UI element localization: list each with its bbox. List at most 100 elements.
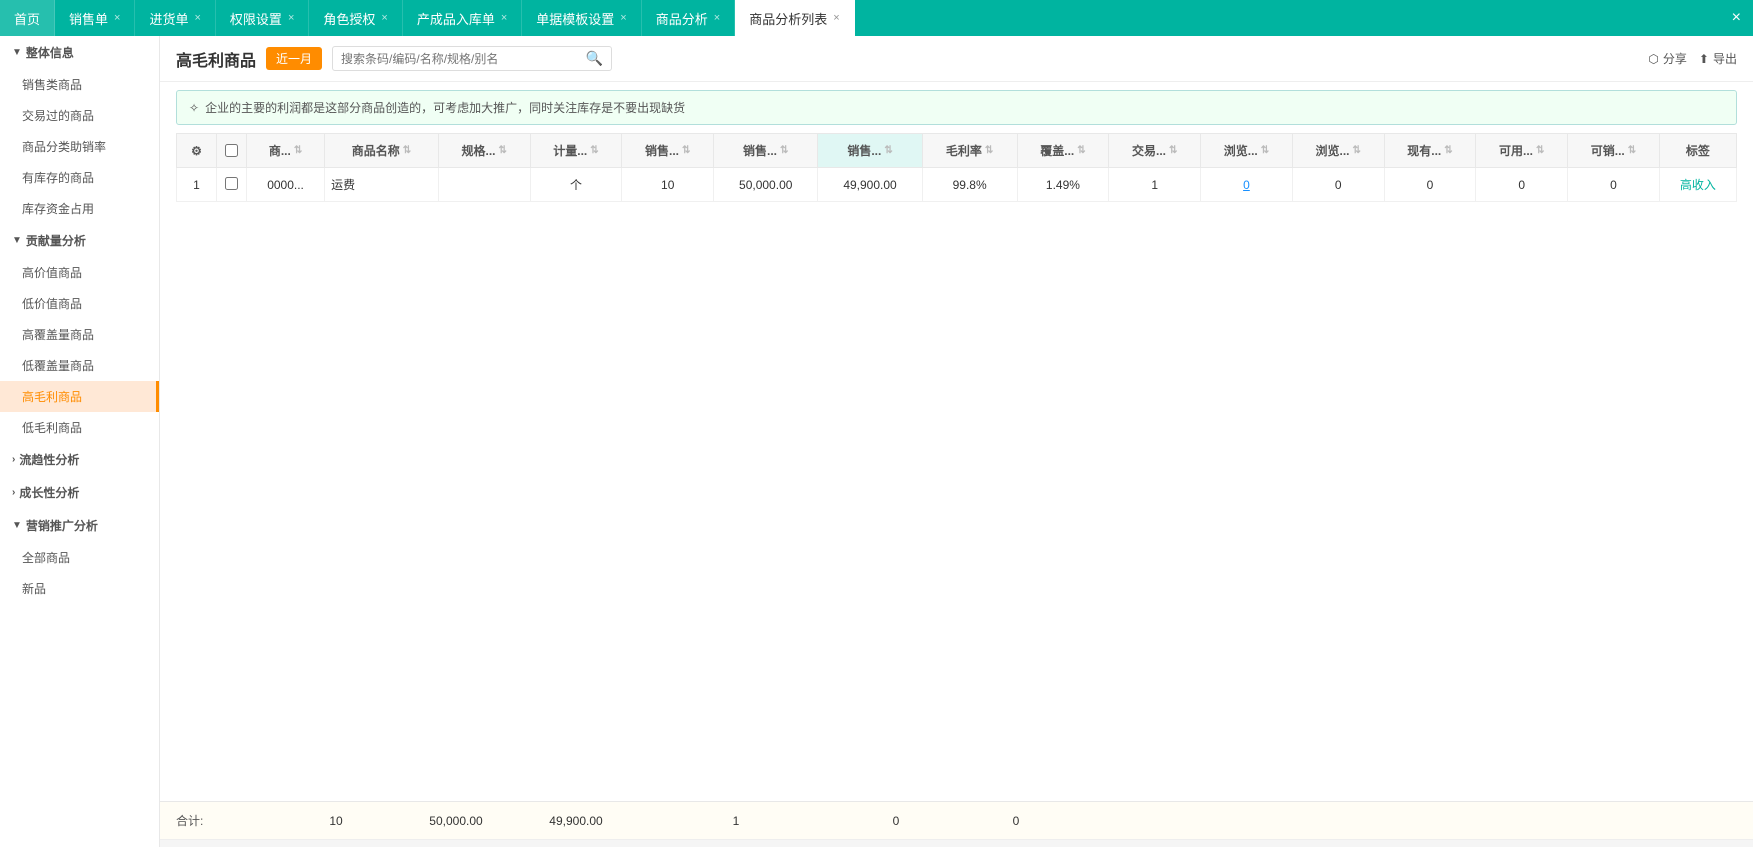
sidebar-group-flow[interactable]: › 流趋性分析 [0, 443, 159, 476]
cell-name: 运费 [325, 168, 439, 202]
col-browse1: 浏览...⇅ [1201, 134, 1293, 168]
table-wrapper[interactable]: ⚙ 商...⇅ 商品名称⇅ 规格...⇅ [160, 133, 1753, 801]
sidebar-group-overall[interactable]: ▼ 整体信息 [0, 36, 159, 69]
sort-browse2[interactable]: ⇅ [1353, 145, 1361, 156]
col-settings[interactable]: ⚙ [177, 134, 217, 168]
close-role-tab[interactable]: × [381, 12, 387, 24]
cell-seq: 1 [177, 168, 217, 202]
info-banner: ✧ 企业的主要的利润都是这部分商品创造的，可考虑加大推广，同时关注库存是不要出现… [176, 90, 1737, 125]
sidebar-item-low-value[interactable]: 低价值商品 [0, 288, 159, 319]
close-analysis-tab[interactable]: × [714, 12, 720, 24]
sidebar-item-category-rate[interactable]: 商品分类助销率 [0, 131, 159, 162]
sort-coverage[interactable]: ⇅ [1077, 145, 1085, 156]
footer-values: 10 50,000.00 49,900.00 1 0 0 [276, 814, 1737, 828]
sidebar-item-in-stock[interactable]: 有库存的商品 [0, 162, 159, 193]
sidebar-item-high-margin[interactable]: 高毛利商品 [0, 381, 159, 412]
nav-analysis-list[interactable]: 商品分析列表 × [735, 0, 854, 36]
export-button[interactable]: ⬆ 导出 [1699, 50, 1737, 67]
footer-sales-cost: 49,900.00 [516, 814, 636, 828]
col-gross-rate: 毛利率⇅ [922, 134, 1017, 168]
nav-inbound[interactable]: 产成品入库单 × [403, 0, 522, 36]
table-footer: 合计: 10 50,000.00 49,900.00 1 0 0 [160, 801, 1753, 839]
cell-sales-amt: 50,000.00 [714, 168, 818, 202]
data-table: ⚙ 商...⇅ 商品名称⇅ 规格...⇅ [176, 133, 1737, 202]
sort-sales-amt[interactable]: ⇅ [780, 145, 788, 156]
header-right-actions: ⬡ 分享 ⬆ 导出 [1648, 50, 1737, 67]
banner-text: 企业的主要的利润都是这部分商品创造的，可考虑加大推广，同时关注库存是不要出现缺货 [205, 99, 685, 116]
close-template-tab[interactable]: × [620, 12, 626, 24]
filter-recent-month[interactable]: 近一月 [266, 47, 322, 70]
cell-saleable: 0 [1568, 168, 1660, 202]
close-sales-tab[interactable]: × [114, 12, 120, 24]
sidebar-item-low-coverage[interactable]: 低覆盖量商品 [0, 350, 159, 381]
bottom-scrollbar[interactable] [160, 839, 1753, 847]
sort-gross-rate[interactable]: ⇅ [985, 145, 993, 156]
close-inbound-tab[interactable]: × [501, 12, 507, 24]
col-code: 商...⇅ [247, 134, 325, 168]
sidebar-group-marketing[interactable]: ▼ 营销推广分析 [0, 509, 159, 542]
sort-name[interactable]: ⇅ [403, 145, 411, 156]
sidebar-item-new-goods[interactable]: 新品 [0, 573, 159, 604]
nav-role[interactable]: 角色授权 × [309, 0, 402, 36]
sidebar-item-low-margin[interactable]: 低毛利商品 [0, 412, 159, 443]
cell-coverage: 1.49% [1017, 168, 1109, 202]
sidebar-group-growth[interactable]: › 成长性分析 [0, 476, 159, 509]
close-permission-tab[interactable]: × [288, 12, 294, 24]
sidebar-item-traded-goods[interactable]: 交易过的商品 [0, 100, 159, 131]
main-layout: ▼ 整体信息 销售类商品 交易过的商品 商品分类助销率 有库存的商品 库存资金占… [0, 36, 1753, 847]
nav-analysis[interactable]: 商品分析 × [642, 0, 735, 36]
sort-sales-cost[interactable]: ⇅ [884, 145, 892, 156]
share-button[interactable]: ⬡ 分享 [1648, 50, 1687, 67]
search-icon[interactable]: 🔍 [586, 50, 603, 67]
select-all-checkbox[interactable] [225, 144, 238, 157]
sidebar-item-sales-goods[interactable]: 销售类商品 [0, 69, 159, 100]
table-row: 1 0000... 运费 个 10 50,000.00 49,900.00 99… [177, 168, 1737, 202]
row-checkbox[interactable] [225, 177, 238, 190]
sort-sales-qty[interactable]: ⇅ [682, 145, 690, 156]
nav-sales[interactable]: 销售单 × [55, 0, 135, 36]
arrow-growth: › [12, 487, 15, 498]
window-close-button[interactable]: × [1720, 0, 1753, 36]
footer-sales-qty: 10 [276, 814, 396, 828]
export-icon: ⬆ [1699, 52, 1709, 66]
nav-home[interactable]: 首页 [0, 0, 55, 36]
cell-browse1[interactable]: 0 [1201, 168, 1293, 202]
close-purchase-tab[interactable]: × [194, 12, 200, 24]
col-checkbox[interactable] [217, 134, 247, 168]
cell-sales-qty: 10 [622, 168, 714, 202]
sort-spec[interactable]: ⇅ [499, 145, 507, 156]
cell-code: 0000... [247, 168, 325, 202]
footer-total-label: 合计: [176, 812, 276, 829]
share-icon: ⬡ [1648, 52, 1658, 66]
cell-spec [438, 168, 530, 202]
col-unit: 计量...⇅ [530, 134, 622, 168]
nav-purchase[interactable]: 进货单 × [135, 0, 215, 36]
footer-transactions: 1 [636, 814, 836, 828]
sort-unit[interactable]: ⇅ [590, 145, 598, 156]
sort-code[interactable]: ⇅ [294, 145, 302, 156]
sort-saleable[interactable]: ⇅ [1628, 145, 1636, 156]
sort-transactions[interactable]: ⇅ [1169, 145, 1177, 156]
col-current-stock: 现有...⇅ [1384, 134, 1476, 168]
close-analysis-list-tab[interactable]: × [833, 12, 839, 24]
col-tag: 标签 [1659, 134, 1736, 168]
sidebar-item-all-goods[interactable]: 全部商品 [0, 542, 159, 573]
sidebar-group-contribution[interactable]: ▼ 贡献量分析 [0, 224, 159, 257]
sort-current-stock[interactable]: ⇅ [1444, 145, 1452, 156]
sidebar-item-stock-capital[interactable]: 库存资金占用 [0, 193, 159, 224]
cell-checkbox[interactable] [217, 168, 247, 202]
table-header-row: ⚙ 商...⇅ 商品名称⇅ 规格...⇅ [177, 134, 1737, 168]
nav-template[interactable]: 单据模板设置 × [522, 0, 641, 36]
sidebar-item-high-coverage[interactable]: 高覆盖量商品 [0, 319, 159, 350]
search-input[interactable] [341, 52, 586, 66]
cell-unit: 个 [530, 168, 622, 202]
sort-available[interactable]: ⇅ [1536, 145, 1544, 156]
cell-sales-cost: 49,900.00 [818, 168, 922, 202]
footer-sales-amt: 50,000.00 [396, 814, 516, 828]
nav-permission[interactable]: 权限设置 × [216, 0, 309, 36]
sort-browse1[interactable]: ⇅ [1261, 145, 1269, 156]
col-coverage: 覆盖...⇅ [1017, 134, 1109, 168]
content-header: 高毛利商品 近一月 🔍 ⬡ 分享 ⬆ 导出 [160, 36, 1753, 82]
cell-transactions: 1 [1109, 168, 1201, 202]
sidebar-item-high-value[interactable]: 高价值商品 [0, 257, 159, 288]
